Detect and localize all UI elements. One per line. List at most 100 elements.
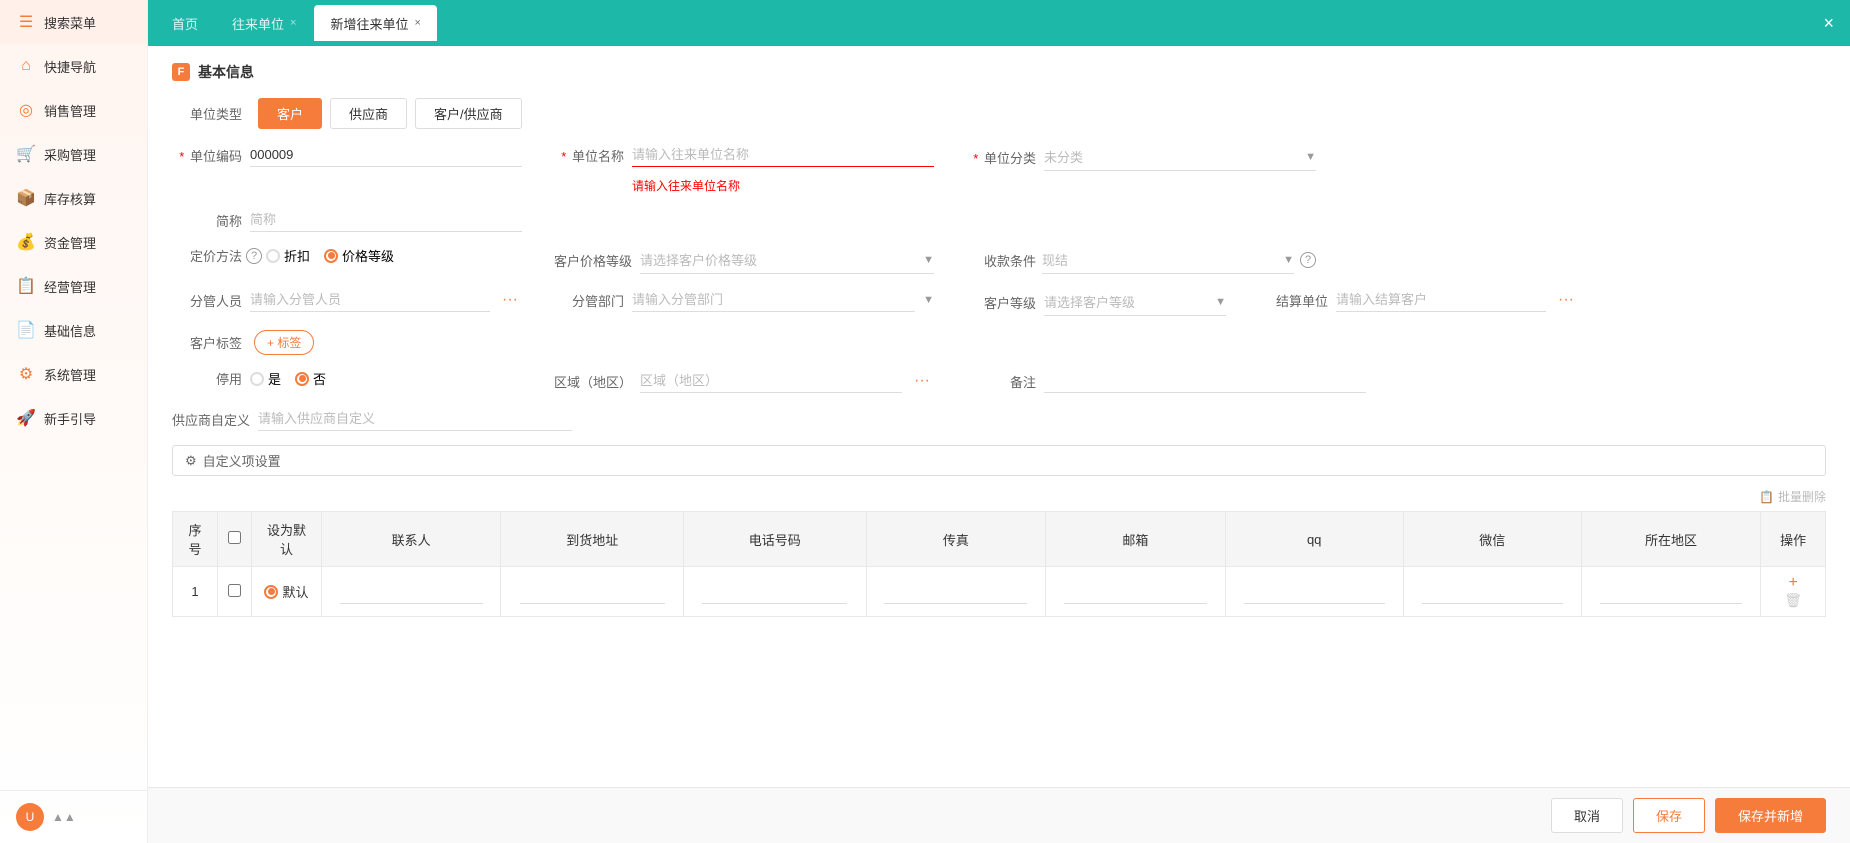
bulk-delete-label[interactable]: 批量删除 [1778,488,1826,505]
row-contact[interactable] [321,567,501,617]
row-qq[interactable] [1225,567,1403,617]
pricing-level-radio[interactable] [324,249,338,263]
sidebar-item-label: 系统管理 [44,365,96,384]
tab-home-label: 首页 [172,14,198,33]
unit-category-value: 未分类 [1044,147,1083,166]
row-phone-input[interactable] [702,580,847,604]
pricing-discount-radio[interactable] [266,249,280,263]
select-all-checkbox[interactable] [228,531,241,544]
required-star: * [179,149,184,164]
disabled-no-radio[interactable] [295,372,309,386]
region-more-btn[interactable]: ··· [910,372,934,390]
sidebar-item-system[interactable]: ⚙ 系统管理 [0,352,147,396]
field-unit-category: * 单位分类 未分类 ▼ [966,143,1316,171]
row-fax[interactable] [866,567,1046,617]
unit-code-input[interactable] [250,143,522,167]
remark-input[interactable] [1044,369,1366,393]
field-customer-level: 客户等级 请选择客户等级 ▼ [966,288,1226,316]
row-add-btn[interactable]: + [1788,574,1797,591]
row-wechat[interactable] [1403,567,1581,617]
row-phone[interactable] [684,567,867,617]
settlement-input[interactable] [1336,288,1546,312]
row-select-checkbox[interactable] [228,584,241,597]
tab-bar: 首页 往来单位 × 新增往来单位 × × [148,0,1850,46]
sidebar-item-inventory[interactable]: 📦 库存核算 [0,176,147,220]
sidebar-item-new-guide[interactable]: 🚀 新手引导 [0,396,147,440]
unit-type-customer-btn[interactable]: 客户 [258,98,322,129]
save-button[interactable]: 保存 [1633,798,1705,833]
row-default-radio-item[interactable]: 默认 [262,582,311,601]
sidebar-item-sales[interactable]: ◎ 销售管理 [0,88,147,132]
payment-terms-select[interactable]: 现结 ▼ [1042,246,1294,274]
field-customer-price: 客户价格等级 请选择客户价格等级 ▼ [554,246,934,274]
disabled-yes-label: 是 [268,369,281,388]
settlement-more-btn[interactable]: ··· [1554,291,1578,309]
customer-price-select[interactable]: 请选择客户价格等级 ▼ [640,246,934,274]
unit-category-arrow: ▼ [1305,151,1316,163]
unit-type-both-btn[interactable]: 客户/供应商 [415,98,522,129]
disabled-yes-option[interactable]: 是 [250,369,281,388]
pricing-level-option[interactable]: 价格等级 [324,246,394,265]
disabled-yes-radio[interactable] [250,372,264,386]
basic-info-icon: 📄 [16,320,36,340]
custom-settings-btn[interactable]: ⚙ 自定义项设置 [172,445,1826,476]
unit-type-supplier-btn[interactable]: 供应商 [330,98,407,129]
row-fax-input[interactable] [884,580,1027,604]
pricing-help-icon[interactable]: ? [246,248,262,264]
department-input[interactable] [632,288,915,312]
tab-new-partner[interactable]: 新增往来单位 × [314,5,436,41]
sidebar-item-basic-info[interactable]: 📄 基础信息 [0,308,147,352]
sidebar-item-operation[interactable]: 📋 经营管理 [0,264,147,308]
payment-terms-arrow: ▼ [1283,254,1294,266]
remark-label: 备注 [966,372,1036,391]
sidebar-item-label: 销售管理 [44,101,96,120]
row-address-input[interactable] [520,580,665,604]
tab-new-partner-close[interactable]: × [414,17,420,29]
row-address[interactable] [501,567,684,617]
payment-terms-help-icon[interactable]: ? [1300,252,1316,268]
customer-level-select[interactable]: 请选择客户等级 ▼ [1044,288,1226,316]
field-disabled: 停用 是 否 [172,369,522,388]
row-delete-btn[interactable]: 🗑 [1784,592,1802,608]
add-tag-btn[interactable]: + 标签 [254,330,314,355]
row-contact-input[interactable] [340,580,483,604]
abbr-input[interactable] [250,208,522,232]
customer-level-arrow: ▼ [1215,296,1226,308]
sidebar-item-finance[interactable]: 💰 资金管理 [0,220,147,264]
field-customer-tag: 客户标签 + 标签 [172,330,1826,355]
pricing-discount-option[interactable]: 折扣 [266,246,310,265]
row-disabled-region: 停用 是 否 区域（地区） ··· [172,369,1826,393]
col-region: 所在地区 [1581,512,1761,567]
supplier-custom-input[interactable] [258,407,572,431]
row-checkbox[interactable] [218,567,252,617]
row-email-input[interactable] [1064,580,1207,604]
save-new-button[interactable]: 保存并新增 [1715,798,1826,833]
row-default-label: 默认 [282,582,308,601]
tab-partners-close[interactable]: × [290,17,296,29]
row-qq-input[interactable] [1244,580,1385,604]
unit-code-label: * 单位编码 [172,146,242,165]
disabled-no-option[interactable]: 否 [295,369,326,388]
tab-bar-global-close[interactable]: × [1815,9,1842,38]
row-location-input[interactable] [1600,580,1743,604]
sidebar-item-search-menu[interactable]: ☰ 搜索菜单 [0,0,147,44]
sidebar-item-purchase[interactable]: 🛒 采购管理 [0,132,147,176]
col-seq: 序号 [173,512,218,567]
row-default-radio[interactable] [264,585,278,599]
row-location[interactable] [1581,567,1761,617]
sidebar-item-label: 采购管理 [44,145,96,164]
row-wechat-input[interactable] [1422,580,1563,604]
supervisor-more-btn[interactable]: ··· [498,291,522,309]
sidebar-item-quick-nav[interactable]: ⌂ 快捷导航 [0,44,147,88]
row-email[interactable] [1046,567,1226,617]
cancel-button[interactable]: 取消 [1551,798,1623,833]
supervisor-input[interactable] [250,288,490,312]
unit-category-select[interactable]: 未分类 ▼ [1044,143,1316,171]
row-supplier-custom: 供应商自定义 [172,407,1826,431]
tab-partners[interactable]: 往来单位 × [216,5,312,41]
table-header-row: 序号 设为默认 联系人 到货地址 电话号码 传真 邮箱 qq 微信 所在地区 操… [173,512,1826,567]
tab-home[interactable]: 首页 [156,5,214,41]
supplier-custom-label: 供应商自定义 [172,410,250,429]
unit-name-input[interactable] [632,143,934,167]
region-input[interactable] [640,369,902,393]
